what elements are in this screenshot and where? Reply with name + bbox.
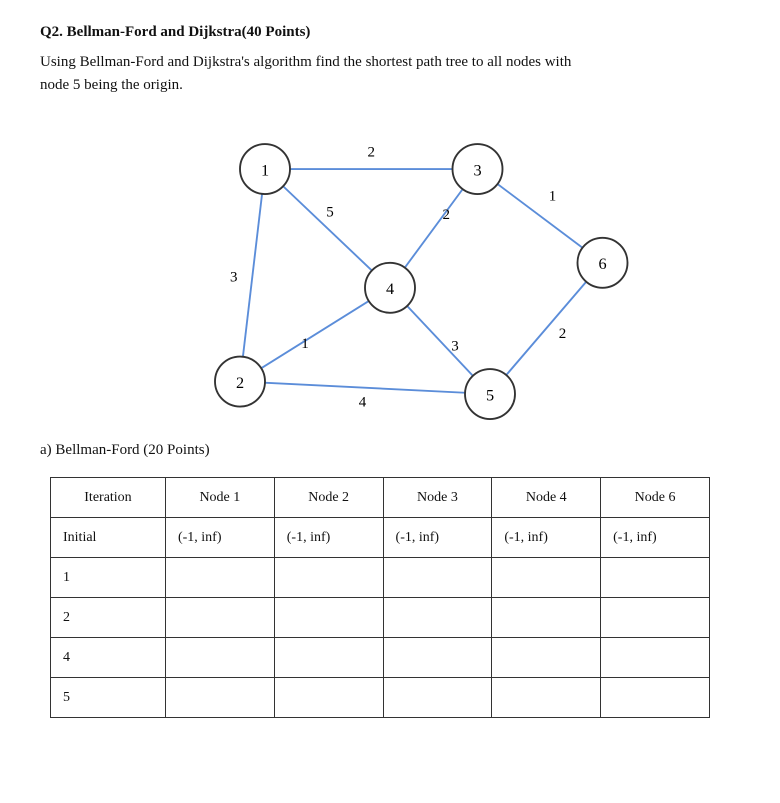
table-cell-r2-c2 [274, 598, 383, 638]
table-header-node-6: Node 6 [601, 478, 710, 518]
table-cell-r0-c4: (-1, inf) [492, 518, 601, 558]
table-cell-r3-c1 [165, 638, 274, 678]
table-row: 4 [51, 638, 710, 678]
node-2-label: 2 [236, 374, 244, 392]
desc-line2: node 5 being the origin. [40, 77, 183, 93]
table-cell-r0-c0: Initial [51, 518, 166, 558]
table-cell-r0-c3: (-1, inf) [383, 518, 492, 558]
bellman-ford-table: IterationNode 1Node 2Node 3Node 4Node 6 … [50, 477, 710, 718]
table-row: 2 [51, 598, 710, 638]
edge-label-3-6: 1 [549, 188, 557, 204]
table-cell-r2-c1 [165, 598, 274, 638]
edge-label-2-4: 1 [301, 336, 309, 352]
edge-label-4-5: 3 [451, 338, 459, 354]
part-a-label: a) Bellman-Ford (20 Points) [40, 442, 740, 459]
table-cell-r4-c1 [165, 678, 274, 718]
table-header-node-3: Node 3 [383, 478, 492, 518]
table-cell-r1-c3 [383, 558, 492, 598]
node-3-label: 3 [473, 161, 481, 179]
edge-label-5-6: 2 [559, 326, 567, 342]
desc-line1: Using Bellman-Ford and Dijkstra's algori… [40, 54, 571, 70]
table-cell-r1-c1 [165, 558, 274, 598]
table-cell-r3-c0: 4 [51, 638, 166, 678]
edge-label-4-3: 2 [443, 207, 451, 223]
node-1-label: 1 [261, 161, 269, 179]
table-cell-r1-c0: 1 [51, 558, 166, 598]
table-cell-r0-c5: (-1, inf) [601, 518, 710, 558]
table-cell-r1-c4 [492, 558, 601, 598]
node-6-label: 6 [598, 255, 606, 273]
table-cell-r2-c0: 2 [51, 598, 166, 638]
edge-2-4 [240, 288, 390, 382]
table-row: 5 [51, 678, 710, 718]
edge-label-1-2: 3 [230, 270, 238, 286]
table-cell-r0-c1: (-1, inf) [165, 518, 274, 558]
graph-svg: 2 3 5 1 4 2 3 1 2 1 2 3 4 [140, 114, 640, 424]
edge-label-1-3: 2 [368, 145, 376, 161]
table-cell-r3-c2 [274, 638, 383, 678]
table-header-iteration: Iteration [51, 478, 166, 518]
table-cell-r1-c5 [601, 558, 710, 598]
table-cell-r4-c2 [274, 678, 383, 718]
table-cell-r4-c3 [383, 678, 492, 718]
edge-2-5 [240, 382, 490, 395]
graph-container: 2 3 5 1 4 2 3 1 2 1 2 3 4 [40, 114, 740, 424]
table-row: Initial(-1, inf)(-1, inf)(-1, inf)(-1, i… [51, 518, 710, 558]
table-cell-r4-c0: 5 [51, 678, 166, 718]
question-title: Q2. Bellman-Ford and Dijkstra(40 Points) [40, 24, 740, 41]
table-cell-r2-c4 [492, 598, 601, 638]
table-cell-r4-c4 [492, 678, 601, 718]
table-header-row: IterationNode 1Node 2Node 3Node 4Node 6 [51, 478, 710, 518]
node-5-label: 5 [486, 386, 494, 404]
edge-1-2 [240, 169, 265, 382]
table-cell-r0-c2: (-1, inf) [274, 518, 383, 558]
table-cell-r4-c5 [601, 678, 710, 718]
table-cell-r2-c5 [601, 598, 710, 638]
table-cell-r2-c3 [383, 598, 492, 638]
table-cell-r1-c2 [274, 558, 383, 598]
edge-label-2-5: 4 [359, 395, 367, 411]
table-header-node-2: Node 2 [274, 478, 383, 518]
node-4-label: 4 [386, 280, 394, 298]
table-header-node-1: Node 1 [165, 478, 274, 518]
table-cell-r3-c4 [492, 638, 601, 678]
table-row: 1 [51, 558, 710, 598]
question-description: Using Bellman-Ford and Dijkstra's algori… [40, 51, 740, 96]
table-header-node-4: Node 4 [492, 478, 601, 518]
table-cell-r3-c3 [383, 638, 492, 678]
edge-label-1-4: 5 [326, 205, 334, 221]
table-cell-r3-c5 [601, 638, 710, 678]
